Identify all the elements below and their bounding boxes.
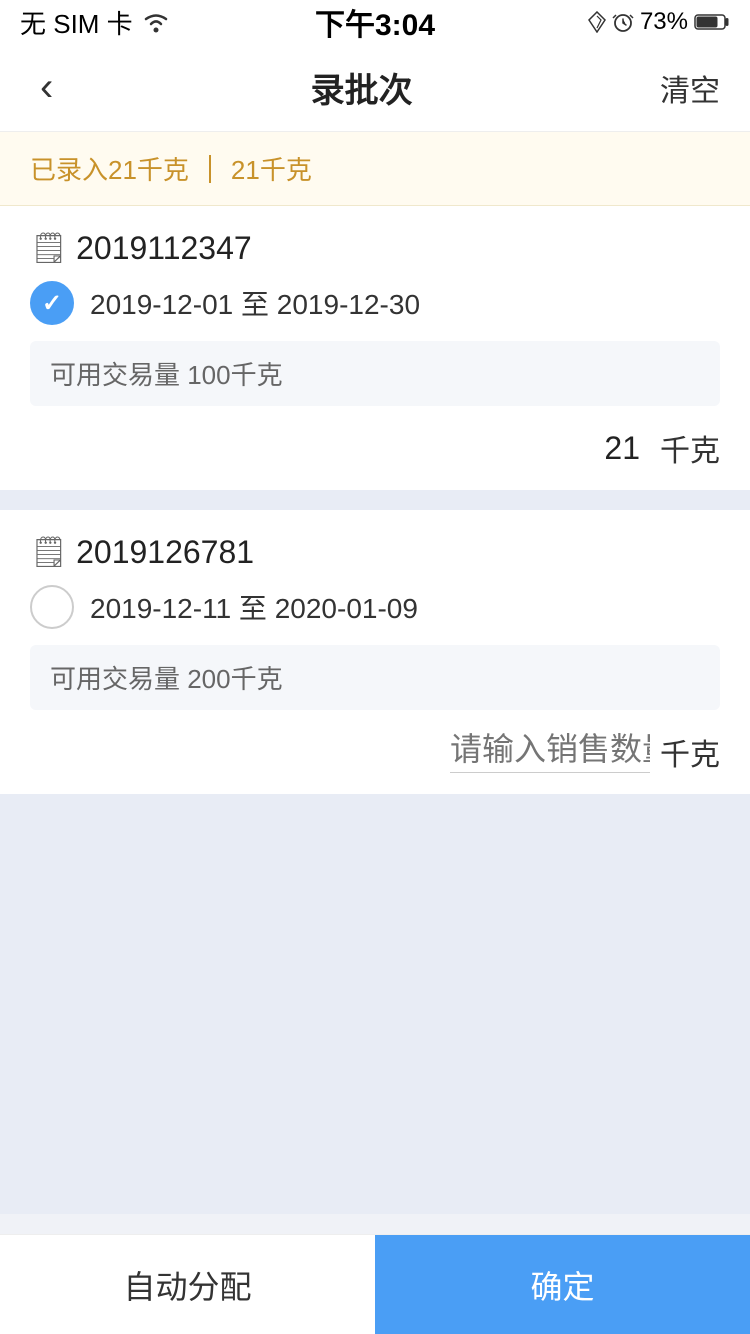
footer: 自动分配 确定 xyxy=(0,1234,750,1334)
quantity-input-2[interactable] xyxy=(450,731,650,773)
section-separator-1 xyxy=(0,490,750,510)
summary-banner: 已录入21千克 21千克 xyxy=(0,132,750,206)
battery-percent: 73% xyxy=(640,8,688,36)
batch-card-1: 🗒 2019112347 ✓ 2019-12-01 至 2019-12-30 可… xyxy=(0,206,750,490)
battery-icon xyxy=(694,13,730,31)
quantity-unit-1: 千克 xyxy=(660,426,720,470)
status-carrier: 无 SIM 卡 xyxy=(20,4,171,41)
batch-id-row-1: 🗒 2019112347 xyxy=(30,230,720,267)
status-right: 73% xyxy=(588,8,730,36)
status-time: 下午3:04 xyxy=(315,0,435,44)
summary-divider xyxy=(209,155,211,183)
batch-available-1: 可用交易量 100千克 xyxy=(30,341,720,406)
status-bar: 无 SIM 卡 下午3:04 73% xyxy=(0,0,750,44)
carrier-text: 无 SIM 卡 xyxy=(20,4,133,41)
quantity-value-1: 21 xyxy=(604,430,640,467)
clear-button[interactable]: 清空 xyxy=(660,66,720,110)
batch-doc-icon-2: 🗒 xyxy=(30,535,68,570)
auto-distribute-button[interactable]: 自动分配 xyxy=(0,1235,375,1334)
alarm-icon xyxy=(612,11,634,33)
batch-checkbox-2[interactable] xyxy=(30,585,74,629)
batch-card-2: 🗒 2019126781 2019-12-11 至 2020-01-09 可用交… xyxy=(0,510,750,794)
quantity-row-2: 千克 xyxy=(0,710,750,794)
summary-amount-label: 21千克 xyxy=(231,150,312,187)
confirm-button[interactable]: 确定 xyxy=(375,1235,750,1334)
quantity-row-1: 21 千克 xyxy=(0,406,750,490)
batch-id-row-2: 🗒 2019126781 xyxy=(30,534,720,571)
batch-date-row-1: ✓ 2019-12-01 至 2019-12-30 xyxy=(30,281,720,325)
bottom-empty-space xyxy=(0,794,750,1214)
quantity-unit-2: 千克 xyxy=(660,730,720,774)
back-button[interactable]: ‹ xyxy=(30,55,63,120)
batch-checkbox-1[interactable]: ✓ xyxy=(30,281,74,325)
batch-doc-icon-1: 🗒 xyxy=(30,231,68,266)
batch-date-1: 2019-12-01 至 2019-12-30 xyxy=(90,283,420,323)
batch-id-2: 2019126781 xyxy=(76,534,254,571)
nav-bar: ‹ 录批次 清空 xyxy=(0,44,750,132)
page-title: 录批次 xyxy=(311,63,413,112)
batch-date-row-2: 2019-12-11 至 2020-01-09 xyxy=(30,585,720,629)
summary-recorded-label: 已录入21千克 xyxy=(30,150,189,187)
batch-id-1: 2019112347 xyxy=(76,230,252,267)
checkmark-1: ✓ xyxy=(42,289,62,318)
wifi-icon xyxy=(141,11,171,33)
batch-available-2: 可用交易量 200千克 xyxy=(30,645,720,710)
batch-date-2: 2019-12-11 至 2020-01-09 xyxy=(90,587,418,627)
location-icon xyxy=(588,11,606,33)
